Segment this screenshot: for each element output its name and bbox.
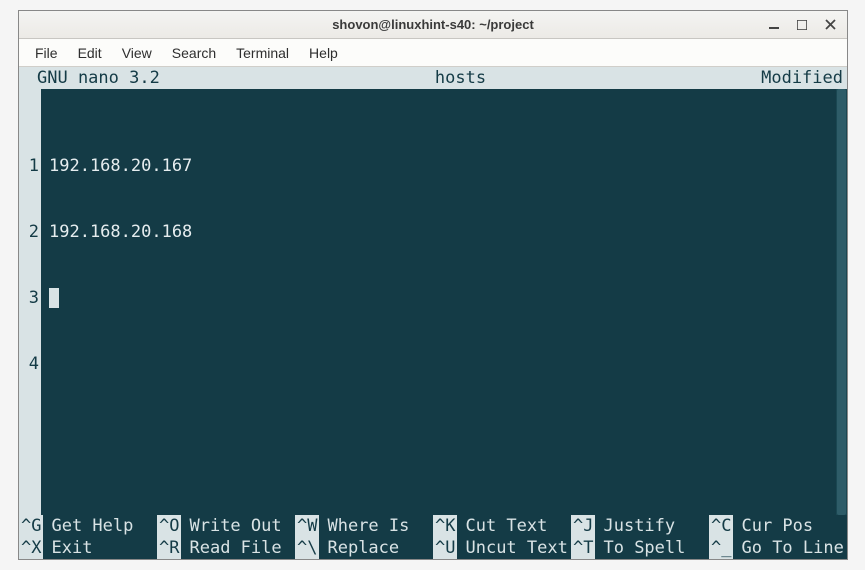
shortcut-key: ^W: [295, 515, 319, 537]
editor-line: [49, 287, 847, 309]
close-icon[interactable]: [823, 18, 837, 32]
editor-line: 192.168.20.167: [49, 155, 847, 177]
scrollbar-thumb[interactable]: [837, 89, 846, 515]
menu-terminal[interactable]: Terminal: [226, 41, 299, 65]
shortcut-key: ^_: [709, 537, 733, 559]
editor-content[interactable]: 192.168.20.167 192.168.20.168: [41, 89, 847, 515]
menu-search[interactable]: Search: [162, 41, 226, 65]
line-number: 4: [19, 353, 41, 375]
shortcut-key: ^U: [433, 537, 457, 559]
terminal-viewport[interactable]: GNU nano 3.2 hosts Modified 1 2 3 4 192.…: [19, 67, 847, 559]
shortcut-desc: Read File: [181, 537, 281, 559]
shortcut-read-file: ^RRead File: [157, 537, 295, 559]
shortcut-key: ^R: [157, 537, 181, 559]
shortcut-key: ^T: [571, 537, 595, 559]
shortcut-where-is: ^WWhere Is: [295, 515, 433, 537]
maximize-icon[interactable]: [795, 18, 809, 32]
terminal-window: shovon@linuxhint-s40: ~/project File Edi…: [18, 10, 848, 560]
scrollbar[interactable]: [836, 89, 847, 515]
shortcut-row: ^XExit ^RRead File ^\Replace ^UUncut Tex…: [19, 537, 847, 559]
shortcut-get-help: ^GGet Help: [19, 515, 157, 537]
shortcut-desc: To Spell: [595, 537, 685, 559]
minimize-icon[interactable]: [767, 18, 781, 32]
menu-file[interactable]: File: [25, 41, 68, 65]
shortcut-go-to-line: ^_Go To Line: [709, 537, 847, 559]
shortcut-desc: Where Is: [319, 515, 409, 537]
line-number: 1: [19, 155, 41, 177]
shortcut-desc: Cut Text: [457, 515, 547, 537]
shortcut-desc: Go To Line: [733, 537, 843, 559]
shortcut-desc: Justify: [595, 515, 675, 537]
shortcut-key: ^\: [295, 537, 319, 559]
window-title: shovon@linuxhint-s40: ~/project: [19, 17, 847, 32]
shortcut-replace: ^\Replace: [295, 537, 433, 559]
shortcut-uncut-text: ^UUncut Text: [433, 537, 571, 559]
editor-line: [49, 353, 847, 375]
shortcut-justify: ^JJustify: [571, 515, 709, 537]
shortcut-desc: Cur Pos: [733, 515, 813, 537]
menu-view[interactable]: View: [112, 41, 162, 65]
shortcut-key: ^X: [19, 537, 43, 559]
shortcut-row: ^GGet Help ^OWrite Out ^WWhere Is ^KCut …: [19, 515, 847, 537]
nano-header: GNU nano 3.2 hosts Modified: [19, 67, 847, 89]
menu-help[interactable]: Help: [299, 41, 348, 65]
shortcut-desc: Exit: [43, 537, 92, 559]
editor-body: 1 2 3 4 192.168.20.167 192.168.20.168: [19, 89, 847, 515]
menubar: File Edit View Search Terminal Help: [19, 39, 847, 67]
line-number: 2: [19, 221, 41, 243]
line-number-gutter: 1 2 3 4: [19, 89, 41, 515]
shortcut-key: ^G: [19, 515, 43, 537]
shortcut-cur-pos: ^CCur Pos: [709, 515, 847, 537]
shortcut-key: ^K: [433, 515, 457, 537]
shortcut-desc: Replace: [319, 537, 399, 559]
nano-app-name: GNU nano 3.2: [19, 67, 160, 89]
nano-filename: hosts: [160, 67, 761, 89]
shortcut-key: ^O: [157, 515, 181, 537]
editor-line: 192.168.20.168: [49, 221, 847, 243]
text-cursor: [49, 288, 59, 308]
shortcut-desc: Get Help: [43, 515, 133, 537]
nano-shortcut-footer: ^GGet Help ^OWrite Out ^WWhere Is ^KCut …: [19, 515, 847, 559]
line-number: 3: [19, 287, 41, 309]
shortcut-key: ^C: [709, 515, 733, 537]
menu-edit[interactable]: Edit: [68, 41, 112, 65]
shortcut-exit: ^XExit: [19, 537, 157, 559]
shortcut-cut-text: ^KCut Text: [433, 515, 571, 537]
window-controls: [767, 18, 843, 32]
nano-status: Modified: [761, 67, 847, 89]
shortcut-desc: Uncut Text: [457, 537, 567, 559]
shortcut-write-out: ^OWrite Out: [157, 515, 295, 537]
titlebar: shovon@linuxhint-s40: ~/project: [19, 11, 847, 39]
shortcut-to-spell: ^TTo Spell: [571, 537, 709, 559]
shortcut-desc: Write Out: [181, 515, 281, 537]
shortcut-key: ^J: [571, 515, 595, 537]
